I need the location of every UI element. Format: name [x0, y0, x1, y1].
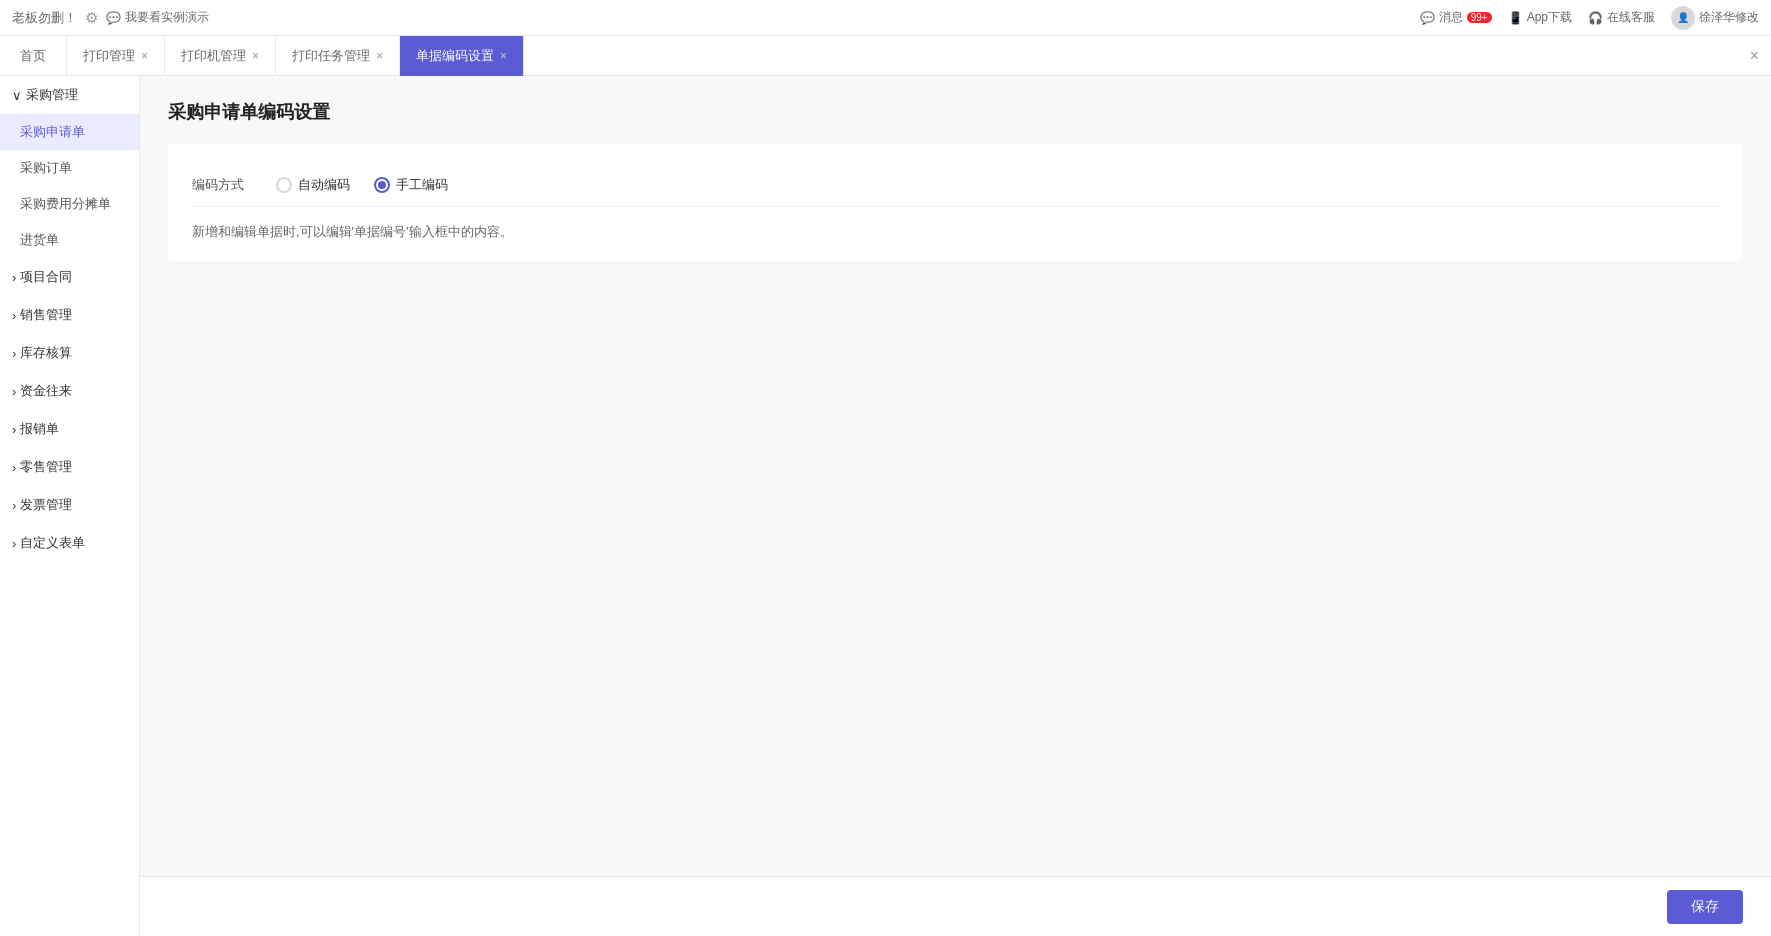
content-footer: 保存 [140, 876, 1771, 936]
main-layout: ∨ 采购管理 采购申请单 采购订单 采购费用分摊单 进货单 › 项目合同 [0, 76, 1771, 936]
app-download-button[interactable]: 📱 App下载 [1508, 9, 1572, 26]
sidebar-group-capital: › 资金往来 [0, 372, 139, 410]
expand-arrow-icon-custom: › [12, 536, 16, 551]
sidebar-item-purchase-expense-label: 采购费用分摊单 [20, 196, 111, 211]
messages-button[interactable]: 💬 消息 99+ [1420, 9, 1492, 26]
settings-icon[interactable]: ⚙ [85, 9, 98, 27]
brand-text: 老板勿删！ [12, 9, 77, 27]
sidebar-group-project: › 项目合同 [0, 258, 139, 296]
collapse-arrow-icon: ∨ [12, 88, 22, 103]
sidebar-item-purchase-request-label: 采购申请单 [20, 124, 85, 139]
auto-encoding-option[interactable]: 自动编码 [276, 176, 350, 194]
sidebar-group-sales-label: 销售管理 [20, 306, 72, 324]
sidebar-group-sales-header[interactable]: › 销售管理 [0, 296, 139, 334]
save-button[interactable]: 保存 [1667, 890, 1743, 924]
sidebar-item-purchase-expense[interactable]: 采购费用分摊单 [0, 186, 139, 222]
sidebar-group-retail: › 零售管理 [0, 448, 139, 486]
service-icon: 🎧 [1588, 11, 1603, 25]
sidebar-group-expense: › 报销单 [0, 410, 139, 448]
sidebar-item-goods-receipt-label: 进货单 [20, 232, 59, 247]
user-profile-button[interactable]: 👤 徐泽华修改 [1671, 6, 1759, 30]
expand-arrow-icon-expense: › [12, 422, 16, 437]
tab-print-task-management-close[interactable]: × [376, 49, 383, 63]
tab-close-all-button[interactable]: × [1738, 47, 1771, 65]
tab-printer-management-label: 打印机管理 [181, 47, 246, 65]
sidebar-group-inventory-label: 库存核算 [20, 344, 72, 362]
tab-print-management-label: 打印管理 [83, 47, 135, 65]
expand-arrow-icon-retail: › [12, 460, 16, 475]
sidebar: ∨ 采购管理 采购申请单 采购订单 采购费用分摊单 进货单 › 项目合同 [0, 76, 140, 936]
tab-barcode-settings-label: 单据编码设置 [416, 47, 494, 65]
expand-arrow-icon-sales: › [12, 308, 16, 323]
sidebar-group-purchase: ∨ 采购管理 采购申请单 采购订单 采购费用分摊单 进货单 [0, 76, 139, 258]
tab-print-management[interactable]: 打印管理 × [67, 36, 165, 76]
message-label: 消息 [1439, 9, 1463, 26]
sidebar-group-inventory: › 库存核算 [0, 334, 139, 372]
topbar-right: 💬 消息 99+ 📱 App下载 🎧 在线客服 👤 徐泽华修改 [1420, 6, 1759, 30]
sidebar-item-purchase-order[interactable]: 采购订单 [0, 150, 139, 186]
avatar: 👤 [1671, 6, 1695, 30]
tab-barcode-settings-close[interactable]: × [500, 49, 507, 63]
form-card: 编码方式 自动编码 手工编码 新增和编辑单据时,可以编辑'单据编号'输入框中的内… [168, 144, 1743, 261]
manual-encoding-radio[interactable] [374, 177, 390, 193]
sidebar-group-expense-header[interactable]: › 报销单 [0, 410, 139, 448]
tab-print-management-close[interactable]: × [141, 49, 148, 63]
sidebar-group-purchase-label: 采购管理 [26, 86, 78, 104]
sidebar-group-invoice-header[interactable]: › 发票管理 [0, 486, 139, 524]
sidebar-group-capital-label: 资金往来 [20, 382, 72, 400]
manual-encoding-option[interactable]: 手工编码 [374, 176, 448, 194]
sidebar-group-retail-header[interactable]: › 零售管理 [0, 448, 139, 486]
message-icon: 💬 [1420, 11, 1435, 25]
hint-text: 新增和编辑单据时,可以编辑'单据编号'输入框中的内容。 [192, 223, 1719, 241]
tabs-bar: 首页 打印管理 × 打印机管理 × 打印任务管理 × 单据编码设置 × × [0, 36, 1771, 76]
encoding-label: 编码方式 [192, 176, 244, 194]
tab-printer-management-close[interactable]: × [252, 49, 259, 63]
expand-arrow-icon-invoice: › [12, 498, 16, 513]
tab-home[interactable]: 首页 [0, 36, 67, 76]
sidebar-item-purchase-order-label: 采购订单 [20, 160, 72, 175]
encoding-row: 编码方式 自动编码 手工编码 [192, 164, 1719, 207]
demo-link[interactable]: 💬 我要看实例演示 [106, 9, 209, 26]
sidebar-group-sales: › 销售管理 [0, 296, 139, 334]
tab-home-label: 首页 [20, 47, 46, 65]
sidebar-group-project-label: 项目合同 [20, 268, 72, 286]
username-label: 徐泽华修改 [1699, 9, 1759, 26]
expand-arrow-icon-project: › [12, 270, 16, 285]
tab-printer-management[interactable]: 打印机管理 × [165, 36, 276, 76]
auto-encoding-label: 自动编码 [298, 176, 350, 194]
tab-print-task-management-label: 打印任务管理 [292, 47, 370, 65]
manual-encoding-label: 手工编码 [396, 176, 448, 194]
sidebar-group-inventory-header[interactable]: › 库存核算 [0, 334, 139, 372]
app-label: App下载 [1527, 9, 1572, 26]
sidebar-item-goods-receipt[interactable]: 进货单 [0, 222, 139, 258]
sidebar-group-retail-label: 零售管理 [20, 458, 72, 476]
auto-encoding-radio[interactable] [276, 177, 292, 193]
expand-arrow-icon-inventory: › [12, 346, 16, 361]
page-title: 采购申请单编码设置 [168, 100, 1743, 124]
sidebar-group-custom-forms-label: 自定义表单 [20, 534, 85, 552]
sidebar-group-invoice-label: 发票管理 [20, 496, 72, 514]
sidebar-group-invoice: › 发票管理 [0, 486, 139, 524]
app-icon: 📱 [1508, 11, 1523, 25]
content-area: 采购申请单编码设置 编码方式 自动编码 手工编码 新增和编辑单据时,可以编辑'单… [140, 76, 1771, 936]
sidebar-group-project-header[interactable]: › 项目合同 [0, 258, 139, 296]
service-label: 在线客服 [1607, 9, 1655, 26]
sidebar-group-custom-forms: › 自定义表单 [0, 524, 139, 562]
message-badge: 99+ [1467, 12, 1492, 23]
sidebar-group-expense-label: 报销单 [20, 420, 59, 438]
tab-print-task-management[interactable]: 打印任务管理 × [276, 36, 400, 76]
topbar-left: 老板勿删！ ⚙ 💬 我要看实例演示 [12, 9, 209, 27]
sidebar-group-custom-forms-header[interactable]: › 自定义表单 [0, 524, 139, 562]
sidebar-group-capital-header[interactable]: › 资金往来 [0, 372, 139, 410]
expand-arrow-icon-capital: › [12, 384, 16, 399]
online-service-button[interactable]: 🎧 在线客服 [1588, 9, 1655, 26]
demo-chat-icon: 💬 [106, 11, 121, 25]
demo-text: 我要看实例演示 [125, 9, 209, 26]
content-inner: 采购申请单编码设置 编码方式 自动编码 手工编码 新增和编辑单据时,可以编辑'单… [140, 76, 1771, 876]
sidebar-item-purchase-request[interactable]: 采购申请单 [0, 114, 139, 150]
tab-barcode-settings[interactable]: 单据编码设置 × [400, 36, 524, 76]
topbar: 老板勿删！ ⚙ 💬 我要看实例演示 💬 消息 99+ 📱 App下载 🎧 在线客… [0, 0, 1771, 36]
sidebar-group-purchase-header[interactable]: ∨ 采购管理 [0, 76, 139, 114]
